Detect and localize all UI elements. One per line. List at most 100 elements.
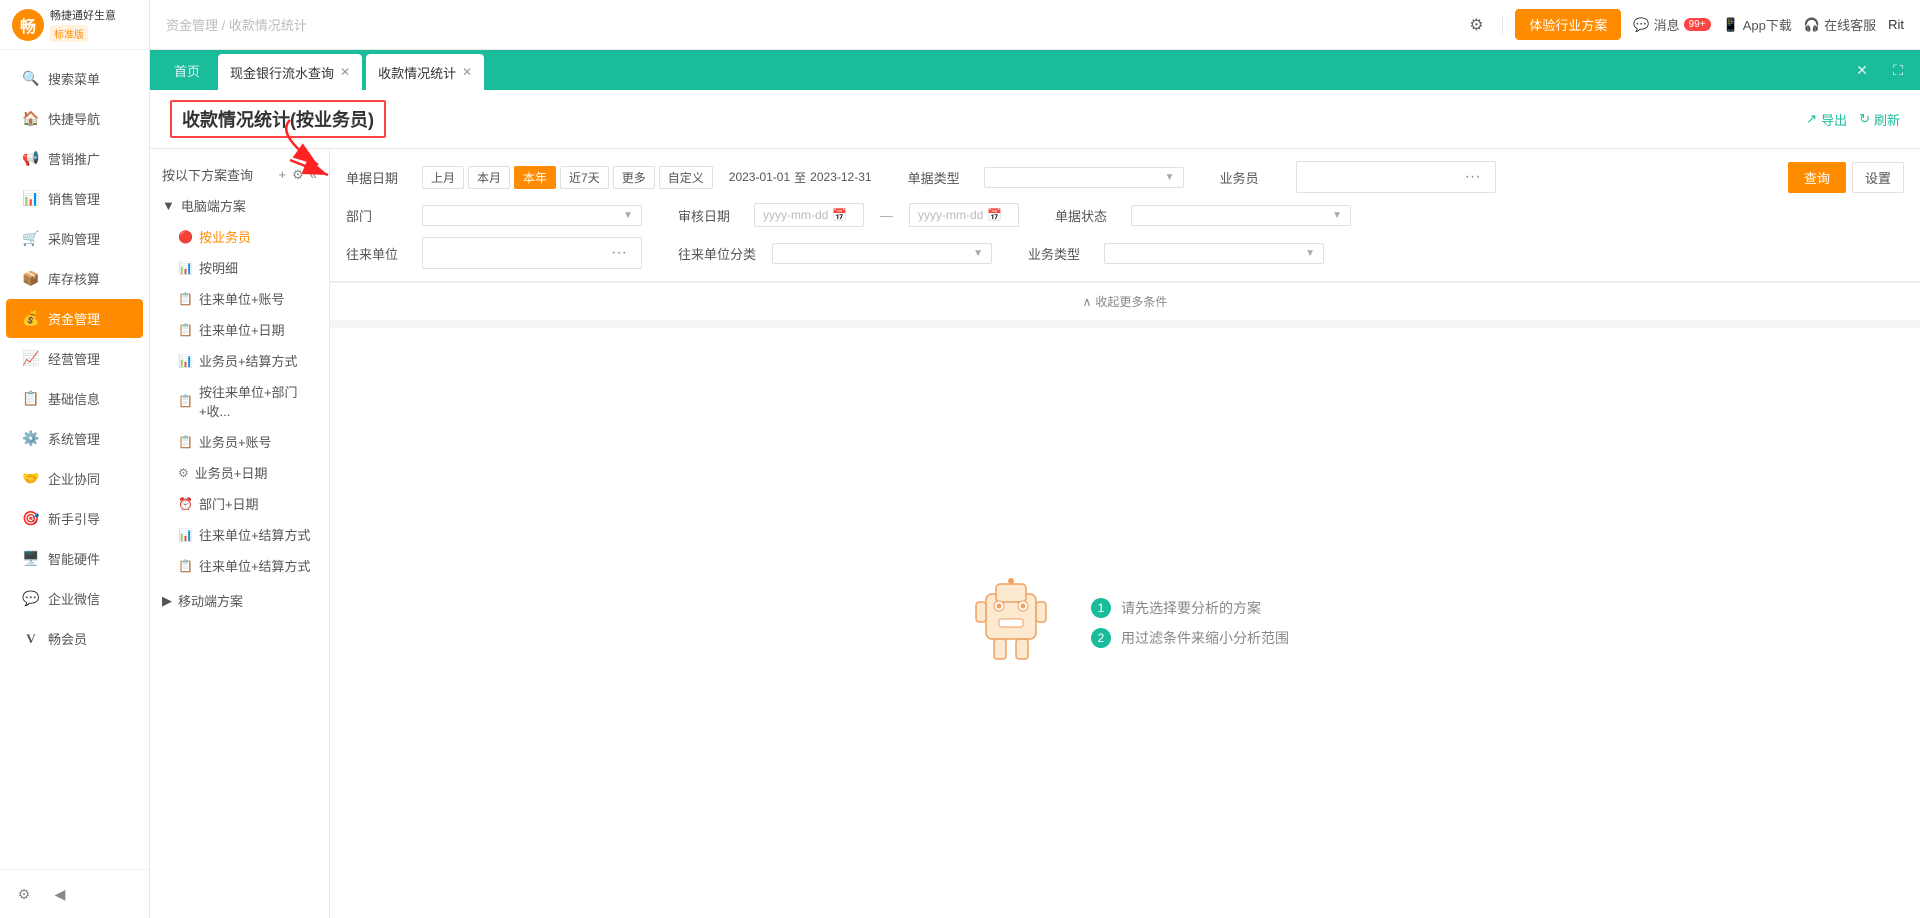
sidebar-item-finance[interactable]: 💰 资金管理: [6, 299, 143, 338]
date-btn-more[interactable]: 更多: [613, 166, 655, 189]
audit-date-end[interactable]: yyyy-mm-dd 📅: [909, 203, 1019, 227]
scheme-salesperson-account[interactable]: 📋 业务员+账号: [166, 426, 329, 457]
sidebar-item-label: 采购管理: [48, 229, 100, 248]
export-button[interactable]: ↗ 导出: [1806, 110, 1847, 129]
sidebar-item-inventory[interactable]: 📦 库存核算: [6, 259, 143, 298]
sidebar-item-search-menu[interactable]: 🔍 搜索菜单: [6, 59, 143, 98]
date-btn-last-month[interactable]: 上月: [422, 166, 464, 189]
sidebar-item-label: 系统管理: [48, 429, 100, 448]
window-close-button[interactable]: ✕: [1848, 56, 1876, 84]
scheme-icon: 📊: [178, 261, 193, 275]
message-button[interactable]: 💬 消息 99+: [1633, 15, 1710, 34]
page-header-actions: ↗ 导出 ↻ 刷新: [1806, 110, 1900, 129]
window-expand-button[interactable]: ⛶: [1884, 56, 1912, 84]
add-scheme-button[interactable]: +: [279, 167, 287, 183]
partner-more-icon[interactable]: ···: [605, 242, 633, 264]
collapse-label: 收起更多条件: [1095, 293, 1167, 310]
date-end: 2023-12-31: [810, 170, 871, 184]
sidebar-item-label: 资金管理: [48, 309, 100, 328]
sidebar-item-label: 畅会员: [48, 629, 87, 648]
tab-cashflow[interactable]: 现金银行流水查询 ✕: [218, 54, 362, 90]
sidebar-item-member[interactable]: V 畅会员: [6, 619, 143, 658]
sidebar-item-guide[interactable]: 🎯 新手引导: [6, 499, 143, 538]
scheme-partner-account[interactable]: 📋 往来单位+账号: [166, 283, 329, 314]
doc-status-select[interactable]: ▼: [1131, 205, 1351, 226]
audit-date-start[interactable]: yyyy-mm-dd 📅: [754, 203, 864, 227]
tab-home[interactable]: 首页: [158, 50, 216, 90]
content-area: 按以下方案查询 + ⚙ « ▼ 电脑端方案 🔴 按业务员 📊 按: [150, 149, 1920, 918]
scheme-partner-date[interactable]: 📋 往来单位+日期: [166, 314, 329, 345]
settings-footer-button[interactable]: ⚙: [10, 880, 38, 908]
tab-receipt[interactable]: 收款情况统计 ✕: [366, 54, 484, 90]
sidebar-item-system[interactable]: ⚙️ 系统管理: [6, 419, 143, 458]
system-icon: ⚙️: [22, 430, 40, 448]
scheme-settings-button[interactable]: ⚙: [292, 167, 304, 183]
topbar-settings-icon[interactable]: ⚙: [1462, 11, 1490, 39]
query-button[interactable]: 查询: [1788, 162, 1846, 193]
sidebar-item-quick-nav[interactable]: 🏠 快捷导航: [6, 99, 143, 138]
scheme-dept-date[interactable]: ⏰ 部门+日期: [166, 488, 329, 519]
sidebar-item-sales[interactable]: 📊 销售管理: [6, 179, 143, 218]
dept-select[interactable]: ▼: [422, 205, 642, 226]
sidebar-item-purchase[interactable]: 🛒 采购管理: [6, 219, 143, 258]
user-name[interactable]: Rit: [1888, 17, 1904, 32]
sidebar-item-marketing[interactable]: 📢 营销推广: [6, 139, 143, 178]
scheme-salesperson-date[interactable]: ⚙ 业务员+日期: [166, 457, 329, 488]
scheme-partner-settle1[interactable]: 📊 往来单位+结算方式: [166, 519, 329, 550]
tab-receipt-close[interactable]: ✕: [462, 65, 472, 79]
refresh-label: 刷新: [1874, 110, 1900, 129]
expand-icon: ▼: [162, 198, 175, 213]
sidebar-item-basic[interactable]: 📋 基础信息: [6, 379, 143, 418]
sales-icon: 📊: [22, 190, 40, 208]
step-1-num: 1: [1091, 598, 1111, 618]
partner-cat-arrow: ▼: [973, 248, 983, 259]
tabbar: 首页 现金银行流水查询 ✕ 收款情况统计 ✕ ✕ ⛶: [150, 50, 1920, 90]
scheme-salesperson-settle[interactable]: 📊 业务员+结算方式: [166, 345, 329, 376]
sidebar-item-hardware[interactable]: 🖥️ 智能硬件: [6, 539, 143, 578]
desktop-group-label: 电脑端方案: [181, 196, 246, 215]
scheme-icon: 📊: [178, 528, 193, 542]
date-btn-custom[interactable]: 自定义: [659, 166, 713, 189]
online-service-label: 在线客服: [1824, 15, 1876, 34]
empty-step-1: 1 请先选择要分析的方案: [1091, 598, 1289, 618]
sidebar-item-operation[interactable]: 📈 经营管理: [6, 339, 143, 378]
biz-type-select[interactable]: ▼: [1104, 243, 1324, 264]
salesperson-select[interactable]: ···: [1296, 161, 1496, 193]
date-btn-this-month[interactable]: 本月: [468, 166, 510, 189]
sidebar-item-wechat[interactable]: 💬 企业微信: [6, 579, 143, 618]
date-btn-last-7-days[interactable]: 近7天: [560, 166, 609, 189]
tab-receipt-label: 收款情况统计: [378, 63, 456, 82]
scheme-by-detail[interactable]: 📊 按明细: [166, 252, 329, 283]
tab-cashflow-label: 现金银行流水查询: [230, 63, 334, 82]
scheme-partner-settle2[interactable]: 📋 往来单位+结算方式: [166, 550, 329, 581]
sidebar-item-enterprise[interactable]: 🤝 企业协同: [6, 459, 143, 498]
salesperson-more-icon[interactable]: ···: [1459, 166, 1487, 188]
settings-button[interactable]: 设置: [1852, 162, 1904, 193]
collapse-more-conditions[interactable]: ∧ 收起更多条件: [330, 282, 1920, 320]
finance-icon: 💰: [22, 310, 40, 328]
collapse-panel-button[interactable]: «: [310, 167, 317, 183]
collapse-sidebar-button[interactable]: ◀: [46, 880, 74, 908]
logo-icon: 畅: [12, 9, 44, 41]
doc-type-select[interactable]: ▼: [984, 167, 1184, 188]
window-controls: ✕ ⛶: [1848, 56, 1912, 84]
tab-cashflow-close[interactable]: ✕: [340, 65, 350, 79]
inventory-icon: 📦: [22, 270, 40, 288]
scheme-by-salesperson[interactable]: 🔴 按业务员: [166, 221, 329, 252]
partner-category-select[interactable]: ▼: [772, 243, 992, 264]
desktop-group[interactable]: ▼ 电脑端方案: [150, 190, 329, 221]
date-btn-this-year[interactable]: 本年: [514, 166, 556, 189]
date-start: 2023-01-01: [729, 170, 790, 184]
calendar-icon-2: 📅: [987, 208, 1002, 222]
main-content: 资金管理 / 收款情况统计 ⚙ 体验行业方案 💬 消息 99+ 📱 App下载 …: [150, 0, 1920, 918]
message-label: 消息: [1654, 15, 1680, 34]
refresh-button[interactable]: ↻ 刷新: [1859, 110, 1900, 129]
enterprise-icon: 🤝: [22, 470, 40, 488]
online-service-button[interactable]: 🎧 在线客服: [1804, 15, 1876, 34]
scheme-partner-dept-collect[interactable]: 📋 按往来单位+部门+收...: [166, 376, 329, 426]
partner-select[interactable]: ···: [422, 237, 642, 269]
export-label: 导出: [1821, 110, 1847, 129]
mobile-group[interactable]: ▶ 移动端方案: [150, 585, 329, 616]
trial-button[interactable]: 体验行业方案: [1515, 9, 1621, 40]
app-download-button[interactable]: 📱 App下载: [1723, 15, 1792, 34]
